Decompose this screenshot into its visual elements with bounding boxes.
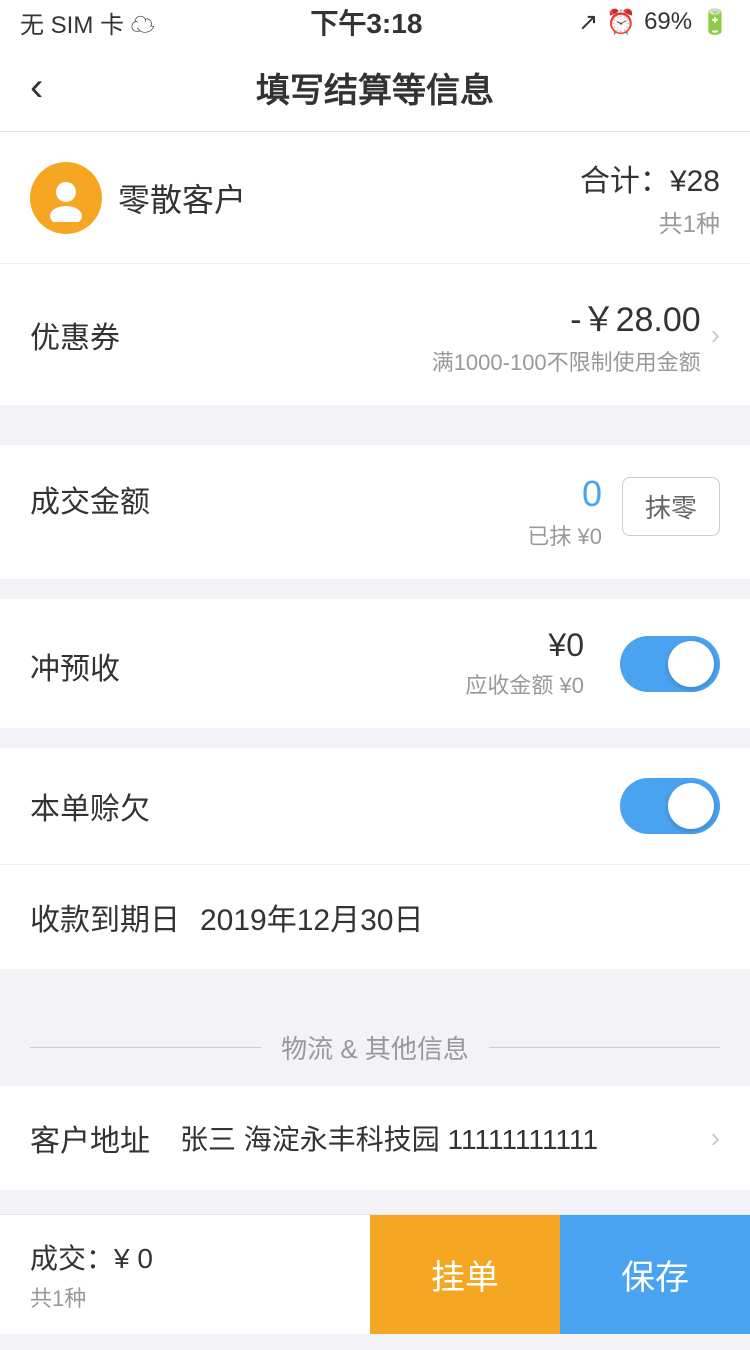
credit-toggle-thumb bbox=[668, 783, 714, 829]
transaction-prepay-section: 成交金额 0 已抹 ¥0 抹零 冲预收 ¥0 应收金额 ¥0 bbox=[0, 445, 750, 728]
bottom-deal-amount: 成交：¥ 0 bbox=[30, 1237, 340, 1277]
nav-bar: ‹ 填写结算等信息 bbox=[0, 44, 750, 132]
logistics-title: 物流 & 其他信息 bbox=[281, 1029, 469, 1066]
address-chevron-icon: › bbox=[711, 1122, 720, 1154]
status-right: ↗ ⏰ 69% 🔋 bbox=[578, 8, 730, 37]
prepay-label: 冲预收 bbox=[30, 640, 120, 688]
due-date-value: 2019年12月30日 bbox=[200, 895, 423, 939]
customer-left: 零散客户 bbox=[30, 162, 246, 234]
credit-toggle-track bbox=[620, 778, 720, 834]
status-left: 无 SIM 卡 ☁ bbox=[20, 5, 155, 40]
bottom-deal-value: ¥ 0 bbox=[114, 1243, 153, 1274]
customer-row: 零散客户 合计：¥28 共1种 bbox=[0, 132, 750, 263]
transaction-amount-block: 0 已抹 ¥0 bbox=[527, 473, 602, 551]
customer-section: 零散客户 合计：¥28 共1种 优惠券 -￥28.00 满1000-100不限制… bbox=[0, 132, 750, 405]
status-time: 下午3:18 bbox=[310, 2, 422, 42]
coupon-row[interactable]: 优惠券 -￥28.00 满1000-100不限制使用金额 › bbox=[0, 263, 750, 405]
status-bar: 无 SIM 卡 ☁ 下午3:18 ↗ ⏰ 69% 🔋 bbox=[0, 0, 750, 44]
logistics-line-right bbox=[489, 1047, 720, 1048]
alarm-icon: ⏰ bbox=[606, 8, 636, 37]
address-value: 张三 海淀永丰科技园 11111111111 bbox=[180, 1118, 711, 1158]
prepay-toggle-track bbox=[620, 636, 720, 692]
coupon-desc: 满1000-100不限制使用金额 bbox=[432, 345, 701, 377]
avatar bbox=[30, 162, 102, 234]
save-label: 保存 bbox=[621, 1250, 689, 1299]
back-button[interactable]: ‹ bbox=[30, 65, 43, 110]
customer-right: 合计：¥28 共1种 bbox=[580, 156, 720, 239]
battery-icon: 🔋 bbox=[700, 8, 730, 37]
bottom-info: 成交：¥ 0 共1种 bbox=[0, 1215, 370, 1334]
hold-order-button[interactable]: 挂单 bbox=[370, 1215, 560, 1334]
divider-1 bbox=[0, 425, 750, 445]
credit-toggle[interactable] bbox=[620, 778, 720, 834]
credit-row: 本单赊欠 bbox=[0, 748, 750, 864]
logistics-line-left bbox=[30, 1047, 261, 1048]
location-icon: ↗ bbox=[578, 8, 598, 37]
transaction-row: 成交金额 0 已抹 ¥0 抹零 bbox=[30, 445, 720, 579]
total-count: 共1种 bbox=[580, 204, 720, 239]
transaction-section: 成交金额 0 已抹 ¥0 抹零 bbox=[0, 445, 750, 579]
divider-3 bbox=[0, 989, 750, 1009]
prepay-amount: ¥0 bbox=[465, 627, 584, 664]
coupon-value-block: -￥28.00 满1000-100不限制使用金额 bbox=[432, 292, 701, 377]
due-date-row: 收款到期日 2019年12月30日 bbox=[0, 864, 750, 969]
hold-order-label: 挂单 bbox=[431, 1250, 499, 1299]
coupon-label: 优惠券 bbox=[30, 313, 120, 357]
total-amount: 合计：¥28 bbox=[580, 156, 720, 200]
coupon-right: -￥28.00 满1000-100不限制使用金额 › bbox=[432, 292, 720, 377]
transaction-sub: 已抹 ¥0 bbox=[527, 519, 602, 551]
customer-name: 零散客户 bbox=[118, 175, 246, 221]
save-button[interactable]: 保存 bbox=[560, 1215, 750, 1334]
transaction-amount: 0 bbox=[527, 473, 602, 515]
credit-label: 本单赊欠 bbox=[30, 784, 150, 828]
prepay-toggle-thumb bbox=[668, 641, 714, 687]
address-row[interactable]: 客户地址 张三 海淀永丰科技园 11111111111 › bbox=[0, 1086, 750, 1190]
logistics-header: 物流 & 其他信息 bbox=[0, 1009, 750, 1086]
sim-status: 无 SIM 卡 ☁ bbox=[20, 5, 155, 40]
prepay-right-wrap: ¥0 应收金额 ¥0 bbox=[465, 627, 720, 700]
prepay-sub: 应收金额 ¥0 bbox=[465, 668, 584, 700]
credit-section: 本单赊欠 收款到期日 2019年12月30日 bbox=[0, 748, 750, 969]
chevron-right-icon: › bbox=[711, 319, 720, 351]
page-title: 填写结算等信息 bbox=[256, 63, 494, 112]
divider-2 bbox=[0, 728, 750, 748]
due-date-label: 收款到期日 bbox=[30, 895, 180, 939]
bottom-deal-label: 成交： bbox=[30, 1243, 114, 1274]
logistics-header-inner: 物流 & 其他信息 bbox=[30, 1029, 720, 1066]
round-off-button[interactable]: 抹零 bbox=[622, 477, 720, 536]
prepay-amount-block: ¥0 应收金额 ¥0 bbox=[465, 627, 584, 700]
transaction-right: 0 已抹 ¥0 抹零 bbox=[527, 473, 720, 551]
battery-level: 69% bbox=[644, 8, 692, 36]
coupon-discount: -￥28.00 bbox=[432, 292, 701, 341]
bottom-bar: 成交：¥ 0 共1种 挂单 保存 bbox=[0, 1214, 750, 1334]
prepay-toggle[interactable] bbox=[620, 636, 720, 692]
transaction-label: 成交金额 bbox=[30, 473, 150, 521]
bottom-count: 共1种 bbox=[30, 1281, 340, 1313]
prepay-row: 冲预收 ¥0 应收金额 ¥0 bbox=[0, 599, 750, 728]
address-label: 客户地址 bbox=[30, 1116, 150, 1160]
